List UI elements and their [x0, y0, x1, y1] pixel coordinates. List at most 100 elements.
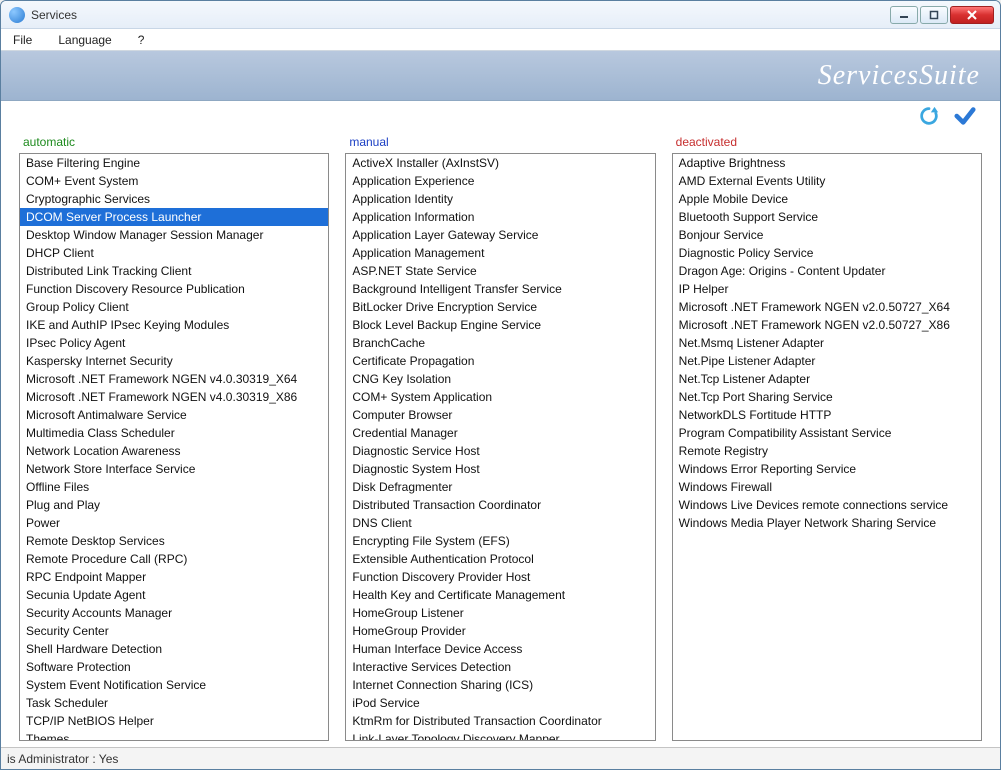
list-item[interactable]: Kaspersky Internet Security	[20, 352, 328, 370]
list-item[interactable]: Net.Tcp Listener Adapter	[673, 370, 981, 388]
list-item[interactable]: Multimedia Class Scheduler	[20, 424, 328, 442]
list-item[interactable]: ASP.NET State Service	[346, 262, 654, 280]
refresh-icon[interactable]	[918, 105, 940, 127]
list-item[interactable]: Net.Pipe Listener Adapter	[673, 352, 981, 370]
list-item[interactable]: HomeGroup Listener	[346, 604, 654, 622]
menu-language[interactable]: Language	[52, 31, 117, 49]
list-item[interactable]: Application Management	[346, 244, 654, 262]
list-item[interactable]: Function Discovery Resource Publication	[20, 280, 328, 298]
list-item[interactable]: Base Filtering Engine	[20, 154, 328, 172]
list-item[interactable]: Microsoft .NET Framework NGEN v2.0.50727…	[673, 316, 981, 334]
list-item[interactable]: Program Compatibility Assistant Service	[673, 424, 981, 442]
list-item[interactable]: Apple Mobile Device	[673, 190, 981, 208]
list-item[interactable]: Network Location Awareness	[20, 442, 328, 460]
list-item[interactable]: Distributed Link Tracking Client	[20, 262, 328, 280]
list-item[interactable]: Microsoft .NET Framework NGEN v4.0.30319…	[20, 388, 328, 406]
list-item[interactable]: Distributed Transaction Coordinator	[346, 496, 654, 514]
list-item[interactable]: RPC Endpoint Mapper	[20, 568, 328, 586]
list-item[interactable]: Computer Browser	[346, 406, 654, 424]
list-item[interactable]: DNS Client	[346, 514, 654, 532]
menu-file[interactable]: File	[7, 31, 38, 49]
list-item[interactable]: DCOM Server Process Launcher	[20, 208, 328, 226]
list-item[interactable]: Group Policy Client	[20, 298, 328, 316]
list-item[interactable]: TCP/IP NetBIOS Helper	[20, 712, 328, 730]
list-item[interactable]: Network Store Interface Service	[20, 460, 328, 478]
list-item[interactable]: Windows Live Devices remote connections …	[673, 496, 981, 514]
list-item[interactable]: Certificate Propagation	[346, 352, 654, 370]
list-item[interactable]: Task Scheduler	[20, 694, 328, 712]
list-item[interactable]: Dragon Age: Origins - Content Updater	[673, 262, 981, 280]
list-item[interactable]: Remote Procedure Call (RPC)	[20, 550, 328, 568]
list-item[interactable]: Plug and Play	[20, 496, 328, 514]
list-item[interactable]: Security Center	[20, 622, 328, 640]
maximize-button[interactable]	[920, 6, 948, 24]
minimize-button[interactable]	[890, 6, 918, 24]
list-item[interactable]: Offline Files	[20, 478, 328, 496]
list-item[interactable]: Health Key and Certificate Management	[346, 586, 654, 604]
list-item[interactable]: Diagnostic Service Host	[346, 442, 654, 460]
list-item[interactable]: DHCP Client	[20, 244, 328, 262]
list-item[interactable]: Remote Desktop Services	[20, 532, 328, 550]
list-item[interactable]: IPsec Policy Agent	[20, 334, 328, 352]
list-item[interactable]: COM+ Event System	[20, 172, 328, 190]
list-item[interactable]: Windows Media Player Network Sharing Ser…	[673, 514, 981, 532]
listbox-automatic[interactable]: Base Filtering EngineCOM+ Event SystemCr…	[19, 153, 329, 741]
listbox-deactivated[interactable]: Adaptive BrightnessAMD External Events U…	[672, 153, 982, 741]
list-item[interactable]: Disk Defragmenter	[346, 478, 654, 496]
list-item[interactable]: KtmRm for Distributed Transaction Coordi…	[346, 712, 654, 730]
list-item[interactable]: Application Information	[346, 208, 654, 226]
list-item[interactable]: IKE and AuthIP IPsec Keying Modules	[20, 316, 328, 334]
list-item[interactable]: Block Level Backup Engine Service	[346, 316, 654, 334]
listbox-manual[interactable]: ActiveX Installer (AxInstSV)Application …	[345, 153, 655, 741]
list-item[interactable]: Security Accounts Manager	[20, 604, 328, 622]
menu-help[interactable]: ?	[132, 31, 151, 49]
list-item[interactable]: Themes	[20, 730, 328, 741]
list-item[interactable]: Net.Msmq Listener Adapter	[673, 334, 981, 352]
close-button[interactable]	[950, 6, 994, 24]
list-item[interactable]: Net.Tcp Port Sharing Service	[673, 388, 981, 406]
list-item[interactable]: COM+ System Application	[346, 388, 654, 406]
list-item[interactable]: Function Discovery Provider Host	[346, 568, 654, 586]
list-item[interactable]: ActiveX Installer (AxInstSV)	[346, 154, 654, 172]
list-item[interactable]: Background Intelligent Transfer Service	[346, 280, 654, 298]
list-item[interactable]: Application Layer Gateway Service	[346, 226, 654, 244]
list-item[interactable]: Microsoft Antimalware Service	[20, 406, 328, 424]
list-item[interactable]: Bonjour Service	[673, 226, 981, 244]
list-item[interactable]: iPod Service	[346, 694, 654, 712]
titlebar[interactable]: Services	[1, 1, 1000, 29]
list-item[interactable]: System Event Notification Service	[20, 676, 328, 694]
list-item[interactable]: Encrypting File System (EFS)	[346, 532, 654, 550]
list-item[interactable]: Adaptive Brightness	[673, 154, 981, 172]
list-item[interactable]: HomeGroup Provider	[346, 622, 654, 640]
list-item[interactable]: Human Interface Device Access	[346, 640, 654, 658]
list-item[interactable]: Diagnostic Policy Service	[673, 244, 981, 262]
checkmark-icon[interactable]	[954, 105, 976, 127]
list-item[interactable]: Internet Connection Sharing (ICS)	[346, 676, 654, 694]
list-item[interactable]: Microsoft .NET Framework NGEN v4.0.30319…	[20, 370, 328, 388]
list-item[interactable]: Cryptographic Services	[20, 190, 328, 208]
list-item[interactable]: Credential Manager	[346, 424, 654, 442]
list-item[interactable]: Secunia Update Agent	[20, 586, 328, 604]
column-header-automatic: automatic	[19, 131, 329, 153]
list-item[interactable]: Bluetooth Support Service	[673, 208, 981, 226]
list-item[interactable]: Diagnostic System Host	[346, 460, 654, 478]
list-item[interactable]: NetworkDLS Fortitude HTTP	[673, 406, 981, 424]
list-item[interactable]: Desktop Window Manager Session Manager	[20, 226, 328, 244]
list-item[interactable]: Application Experience	[346, 172, 654, 190]
list-item[interactable]: Software Protection	[20, 658, 328, 676]
list-item[interactable]: Windows Error Reporting Service	[673, 460, 981, 478]
list-item[interactable]: IP Helper	[673, 280, 981, 298]
list-item[interactable]: Shell Hardware Detection	[20, 640, 328, 658]
list-item[interactable]: AMD External Events Utility	[673, 172, 981, 190]
list-item[interactable]: Link-Layer Topology Discovery Mapper	[346, 730, 654, 741]
list-item[interactable]: Application Identity	[346, 190, 654, 208]
list-item[interactable]: Microsoft .NET Framework NGEN v2.0.50727…	[673, 298, 981, 316]
list-item[interactable]: BitLocker Drive Encryption Service	[346, 298, 654, 316]
list-item[interactable]: BranchCache	[346, 334, 654, 352]
list-item[interactable]: Windows Firewall	[673, 478, 981, 496]
list-item[interactable]: CNG Key Isolation	[346, 370, 654, 388]
list-item[interactable]: Interactive Services Detection	[346, 658, 654, 676]
list-item[interactable]: Remote Registry	[673, 442, 981, 460]
list-item[interactable]: Extensible Authentication Protocol	[346, 550, 654, 568]
list-item[interactable]: Power	[20, 514, 328, 532]
